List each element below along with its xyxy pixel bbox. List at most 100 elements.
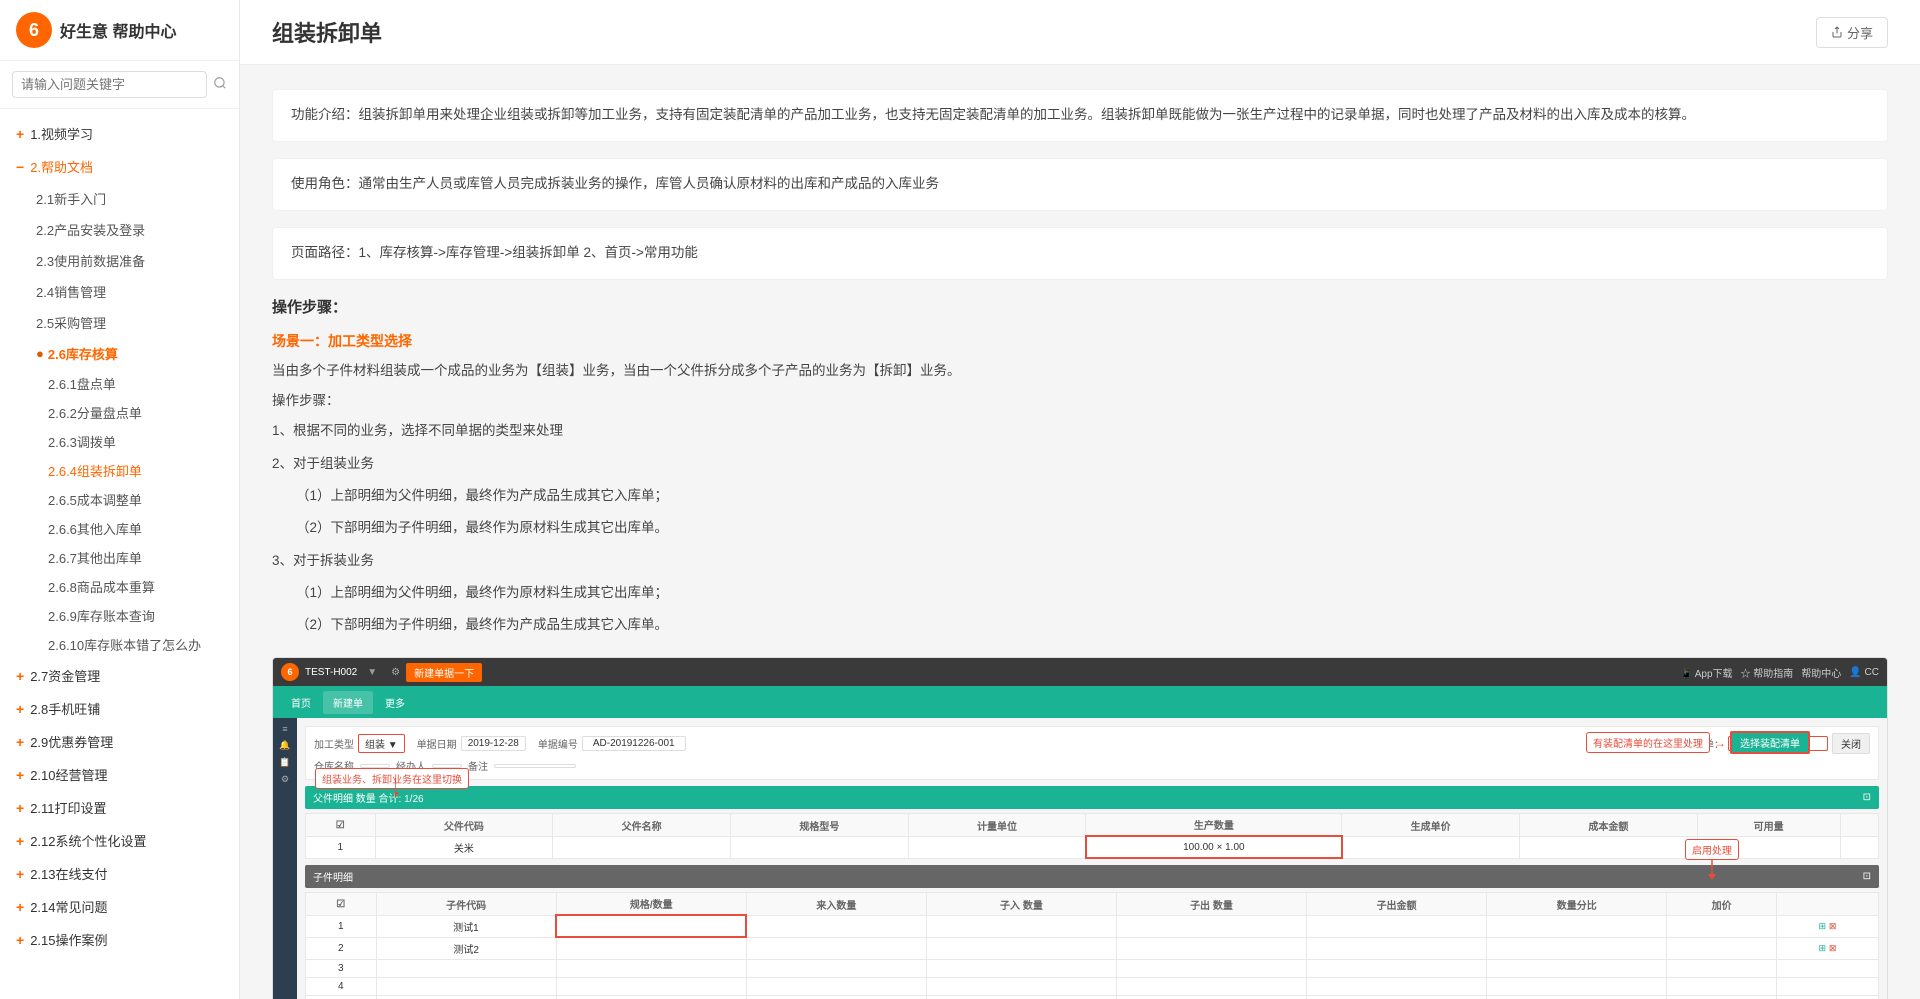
sidebar-item-2-15[interactable]: + 2.15操作案例: [0, 923, 239, 956]
page-header: 组装拆卸单 分享: [240, 0, 1920, 65]
sidebar-item-2-13[interactable]: + 2.13在线支付: [0, 857, 239, 890]
step3-1: （1）上部明细为父件明细，最终作为原材料生成其它出库单；: [296, 581, 1888, 605]
path-block: 页面路径：1、库存核算->库存管理->组装拆卸单 2、首页->常用功能: [272, 227, 1888, 280]
steps-title: 操作步骤：: [272, 296, 1888, 317]
mock-order-input[interactable]: AD-20191226-001: [582, 736, 686, 751]
annotation-2: 组装业务、拆卸业务在这里切换: [315, 768, 469, 789]
search-input[interactable]: [12, 71, 207, 98]
sidebar-item-2-2[interactable]: 2.2产品安装及登录: [0, 214, 239, 245]
search-button[interactable]: [213, 76, 227, 93]
mock-expand-icon-lower[interactable]: ⊡: [1863, 871, 1871, 882]
intro-text: 功能介绍：组装拆卸单用来处理企业组装或拆卸等加工业务，支持有固定装配清单的产品加…: [291, 107, 1695, 122]
mock-upper-table: ☑ 父件代码 父件名称 规格型号 计量单位 生产数量 生成单价 成本金额 可用量: [305, 813, 1879, 859]
sidebar-item-2-6-1[interactable]: 2.6.1盘点单: [0, 369, 239, 398]
sidebar-nav: + 1.视频学习 − 2.帮助文档 2.1新手入门 2.2产品安装及登录 2.3…: [0, 109, 239, 999]
expand-icon-2-14: +: [16, 899, 24, 915]
sidebar-item-2-7[interactable]: + 2.7资金管理: [0, 659, 239, 692]
expand-icon-2-13: +: [16, 866, 24, 882]
sidebar-item-2-5[interactable]: 2.5采购管理: [0, 307, 239, 338]
ops-title: 操作步骤：: [272, 389, 1888, 413]
sidebar-item-2-6-2[interactable]: 2.6.2分量盘点单: [0, 398, 239, 427]
sidebar-item-2-10[interactable]: + 2.10经营管理: [0, 758, 239, 791]
expand-icon-2-10: +: [16, 767, 24, 783]
mock-nav-home[interactable]: 首页: [281, 691, 321, 714]
sidebar-item-2-13-label: 2.13在线支付: [30, 864, 107, 883]
sidebar-item-2[interactable]: − 2.帮助文档: [0, 150, 239, 183]
mock-body: ≡ 🔔 📋 ⚙ 加工类型 组装 ▼: [273, 718, 1887, 999]
sidebar-item-2-6-7[interactable]: 2.6.7其他出库单: [0, 543, 239, 572]
expand-icon-2-9: +: [16, 734, 24, 750]
mock-nav-new[interactable]: 新建单: [323, 691, 373, 714]
annotation-1-area: 有装配清单的在这里处理 → 选择装配清单: [1586, 731, 1810, 754]
annotation-3: 启用处理: [1685, 839, 1739, 860]
sidebar-item-2-8[interactable]: + 2.8手机旺铺: [0, 692, 239, 725]
mock-nav-more[interactable]: 更多: [375, 691, 415, 714]
logo-area: 6 好生意 帮助中心: [0, 0, 239, 61]
sidebar-item-2-6-5[interactable]: 2.6.5成本调整单: [0, 485, 239, 514]
sidebar-item-2-6-8[interactable]: 2.6.8商品成本重算: [0, 572, 239, 601]
mock-type-select[interactable]: 组装 ▼: [358, 734, 405, 753]
annotation-3-arrow: [1702, 860, 1722, 880]
mock-date-input[interactable]: 2019-12-28: [461, 736, 526, 751]
scene-title: 场景一：加工类型选择: [272, 331, 1888, 351]
sidebar-item-2-15-label: 2.15操作案例: [30, 930, 107, 949]
sidebar-item-2-3[interactable]: 2.3使用前数据准备: [0, 245, 239, 276]
expand-icon-2-12: +: [16, 833, 24, 849]
mock-upper-section-header: 父件明细 数量 合计: 1/26 ⊡: [305, 786, 1879, 809]
mock-lower-table: ☑ 子件代码 规格/数量 来入数量 子入 数量 子出 数量 子出金额 数量分比: [305, 892, 1879, 999]
sidebar-item-2-6[interactable]: ● 2.6库存核算: [0, 338, 239, 369]
mock-select-bom-btn[interactable]: 选择装配清单: [1730, 731, 1810, 754]
mock-lower-table-area: 子件明细 ⊡ 启用处理: [305, 865, 1879, 999]
mock-new-btn[interactable]: 新建单据一下: [406, 663, 482, 682]
mock-nav-bar: 首页 新建单 更多: [273, 686, 1887, 718]
expand-icon-2-8: +: [16, 701, 24, 717]
path-text: 页面路径：1、库存核算->库存管理->组装拆卸单 2、首页->常用功能: [291, 245, 698, 260]
sidebar-item-2-14[interactable]: + 2.14常见问题: [0, 890, 239, 923]
sidebar-item-2-1[interactable]: 2.1新手入门: [0, 183, 239, 214]
sidebar-item-1-label: 1.视频学习: [30, 124, 93, 143]
annotation-3-area: 启用处理: [1685, 839, 1739, 880]
expand-icon-1: +: [16, 126, 24, 142]
annotation-2-arrow: [395, 778, 425, 798]
mock-left-sidebar: ≡ 🔔 📋 ⚙: [273, 718, 297, 999]
annotation-2-area: 组装业务、拆卸业务在这里切换: [315, 768, 469, 789]
main-area: 组装拆卸单 分享 功能介绍：组装拆卸单用来处理企业组装或拆卸等加工业务，支持有固…: [240, 0, 1920, 999]
sidebar-item-2-6-3[interactable]: 2.6.3调拨单: [0, 427, 239, 456]
expand-icon-2-7: +: [16, 668, 24, 684]
mock-icon-row: 📱 App下载 ☆ 帮助指南 帮助中心 👤 CC: [1680, 665, 1879, 680]
mock-content-area: 加工类型 组装 ▼ 单据日期 2019-12-28 单据编号 AD-201912…: [297, 718, 1887, 999]
annotation-1: 有装配清单的在这里处理: [1586, 732, 1710, 753]
step2-2: （2）下部明细为子件明细，最终作为原材料生成其它出库单。: [296, 516, 1888, 540]
step2: 2、对于组装业务: [272, 452, 1888, 476]
sidebar-item-2-11[interactable]: + 2.11打印设置: [0, 791, 239, 824]
sidebar-item-2-6-9[interactable]: 2.6.9库存账本查询: [0, 601, 239, 630]
mock-lower-section-header: 子件明细 ⊡: [305, 865, 1879, 888]
page-title: 组装拆卸单: [272, 16, 382, 48]
sidebar-item-2-9-label: 2.9优惠券管理: [30, 732, 113, 751]
sidebar-item-2-10-label: 2.10经营管理: [30, 765, 107, 784]
sidebar: 6 好生意 帮助中心 + 1.视频学习 − 2.帮助文档 2.1新手入门 2.2…: [0, 0, 240, 999]
sidebar-item-2-12[interactable]: + 2.12系统个性化设置: [0, 824, 239, 857]
expand-icon-2-15: +: [16, 932, 24, 948]
expand-icon-2-11: +: [16, 800, 24, 816]
mock-form-card: 加工类型 组装 ▼ 单据日期 2019-12-28 单据编号 AD-201912…: [305, 726, 1879, 780]
screenshot-container: 6 TEST-H002 ▼ ⚙ 新建单据一下 📱 App下载 ☆ 帮助指南 帮助…: [272, 657, 1888, 999]
sidebar-item-1[interactable]: + 1.视频学习: [0, 117, 239, 150]
sidebar-item-2-7-label: 2.7资金管理: [30, 666, 100, 685]
mock-expand-icon[interactable]: ⊡: [1863, 792, 1871, 803]
share-label: 分享: [1847, 23, 1873, 42]
sidebar-item-2-6-10[interactable]: 2.6.10库存账本错了怎么办: [0, 630, 239, 659]
sidebar-item-2-4[interactable]: 2.4销售管理: [0, 276, 239, 307]
step3-2: （2）下部明细为子件明细，最终作为产成品生成其它入库单。: [296, 613, 1888, 637]
sidebar-item-2-11-label: 2.11打印设置: [30, 798, 106, 817]
intro-block: 功能介绍：组装拆卸单用来处理企业组装或拆卸等加工业务，支持有固定装配清单的产品加…: [272, 89, 1888, 142]
mock-upper-table-area: 父件明细 数量 合计: 1/26 ⊡ 组装业务、拆卸业务在这里切换: [305, 786, 1879, 859]
logo-text: 好生意 帮助中心: [60, 18, 176, 42]
sidebar-item-2-6-4[interactable]: 2.6.4组装拆卸单: [0, 456, 239, 485]
share-button[interactable]: 分享: [1816, 17, 1888, 48]
sidebar-search-area[interactable]: [0, 61, 239, 109]
sidebar-item-2-14-label: 2.14常见问题: [30, 897, 107, 916]
sidebar-item-2-6-6[interactable]: 2.6.6其他入库单: [0, 514, 239, 543]
mock-close-btn[interactable]: 关闭: [1832, 733, 1870, 754]
sidebar-item-2-9[interactable]: + 2.9优惠券管理: [0, 725, 239, 758]
